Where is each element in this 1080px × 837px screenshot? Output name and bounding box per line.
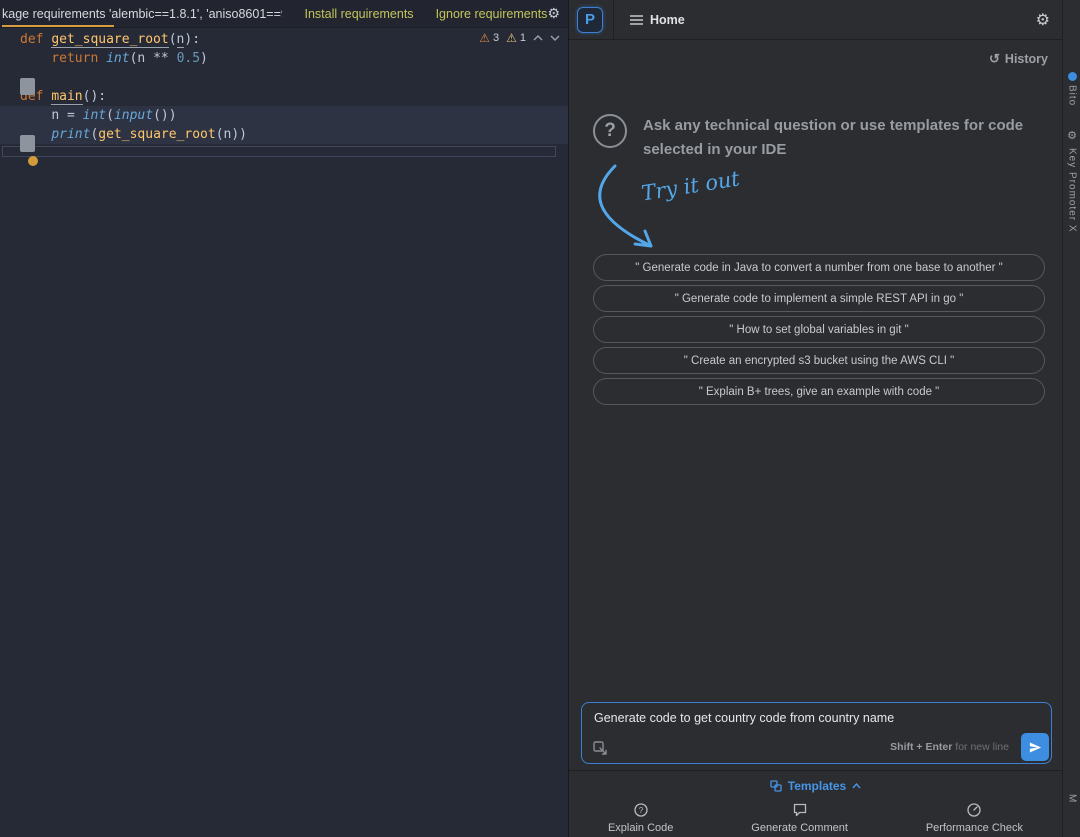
code-editor[interactable]: def get_square_root(n): return int(n ** … [0,28,568,166]
try-it-out-block: Try it out [569,162,1062,254]
inspections-widget: ⚠ 3 ⚠ 1 [479,31,560,45]
code-line[interactable]: n = int(input()) [0,106,568,125]
error-count-label: 3 [492,32,500,44]
gutter-run-marker[interactable] [20,135,35,152]
template-label: Explain Code [607,822,674,834]
key-promoter-icon: ⚙ [1067,130,1077,142]
question-circle-icon: ? [593,114,627,148]
prompt-input[interactable]: Generate code to get country code from c… [594,711,1034,731]
suggestion-list: " Generate code in Java to convert a num… [569,254,1062,409]
suggestion-button[interactable]: " Generate code to implement a simple RE… [593,285,1045,312]
hint-shift-enter: Shift + Enter [890,741,953,753]
gutter-run-marker[interactable] [20,78,35,95]
template-performance-check[interactable]: Performance Check [926,802,1023,834]
settings-gear-icon[interactable]: ⚙ [1036,10,1050,30]
requirements-settings-gear-icon[interactable]: ⚙ [547,5,560,22]
suggestion-button[interactable]: " How to set global variables in git " [593,316,1045,343]
hamburger-menu-icon [630,14,643,25]
templates-row: ? Explain Code Generate Comment Performa [569,802,1062,834]
previous-problem-chevron-up-icon[interactable] [533,34,543,42]
suggestion-button[interactable]: " Create an encrypted s3 bucket using th… [593,347,1045,374]
code-line[interactable]: print(get_square_root(n)) [0,125,568,144]
bito-toolwindow-icon [1067,72,1077,81]
warning-count[interactable]: ⚠ 1 [506,31,526,45]
warning-icon: ⚠ [506,31,517,45]
performance-gauge-icon [967,803,982,817]
ide-window: kage requirements 'alembic==1.8.1', 'ani… [0,0,1080,837]
history-row: ↺ History [569,40,1062,70]
plugin-logo-letter: P [584,11,595,28]
requirements-banner: kage requirements 'alembic==1.8.1', 'ani… [0,0,568,28]
suggestion-button[interactable]: " Generate code in Java to convert a num… [593,254,1045,281]
history-label: History [1004,52,1048,66]
chevron-up-icon [852,783,861,789]
intro-block: ? Ask any technical question or use temp… [593,114,1038,162]
ignore-requirements-link[interactable]: Ignore requirements [436,7,548,21]
tool-window-strip: Bito ⚙ Key Promoter X M [1062,0,1080,837]
tab-home[interactable]: Home [624,0,691,40]
banner-underline [2,25,114,27]
header-divider [613,0,614,40]
toolwindow-key-promoter[interactable]: ⚙ Key Promoter X [1063,126,1080,233]
plugin-logo[interactable]: P [577,6,603,33]
toolwindow-bito[interactable]: Bito [1063,72,1080,106]
svg-text:?: ? [638,806,643,815]
breakpoint-icon[interactable] [28,156,38,166]
assistant-header: P Home ⚙ [569,0,1062,40]
suggestion-button[interactable]: " Explain B+ trees, give an example with… [593,378,1045,405]
error-count[interactable]: ⚠ 3 [479,31,499,45]
install-requirements-link[interactable]: Install requirements [304,7,413,21]
error-icon: ⚠ [479,31,490,45]
question-glyph: ? [604,120,616,141]
requirements-message: kage requirements 'alembic==1.8.1', 'ani… [2,6,282,21]
template-label: Generate Comment [751,822,848,834]
key-promoter-label: Key Promoter X [1066,148,1078,233]
templates-bar: Templates ? Explain Code Generate Commen… [569,770,1062,837]
insert-code-icon[interactable] [592,740,608,756]
templates-toggle[interactable]: Templates [569,779,1062,793]
code-line[interactable] [0,68,568,87]
tab-home-label: Home [650,12,685,27]
prompt-input-box: Generate code to get country code from c… [581,702,1052,764]
explain-code-icon: ? [634,803,648,817]
code-line[interactable]: def main(): [0,87,568,106]
template-generate-comment[interactable]: Generate Comment [751,802,848,834]
send-icon [1029,742,1041,752]
history-icon: ↺ [989,51,1000,66]
panel-spacer [569,409,1062,702]
template-label: Performance Check [925,822,1024,834]
toolwindow-bottom[interactable]: M [1063,790,1080,803]
hint-rest: for new line [955,741,1009,753]
templates-label: Templates [787,779,847,793]
send-button[interactable] [1021,733,1049,761]
next-problem-chevron-down-icon[interactable] [550,34,560,42]
assistant-panel: P Home ⚙ ↺ History ? Ask any technical q… [568,0,1062,837]
newline-hint: Shift + Enter for new line [890,741,1009,753]
templates-icon [770,780,782,792]
history-button[interactable]: ↺ History [989,51,1048,67]
caret-line[interactable] [2,146,556,157]
editor-pane: kage requirements 'alembic==1.8.1', 'ani… [0,0,568,837]
intro-text: Ask any technical question or use templa… [643,117,1024,158]
toolwindow-bottom-label: M [1066,794,1078,804]
comment-icon [793,803,806,817]
code-line[interactable]: return int(n ** 0.5) [0,49,568,68]
bito-toolwindow-label: Bito [1066,85,1078,107]
template-explain-code[interactable]: ? Explain Code [608,802,673,834]
warning-count-label: 1 [519,32,526,44]
